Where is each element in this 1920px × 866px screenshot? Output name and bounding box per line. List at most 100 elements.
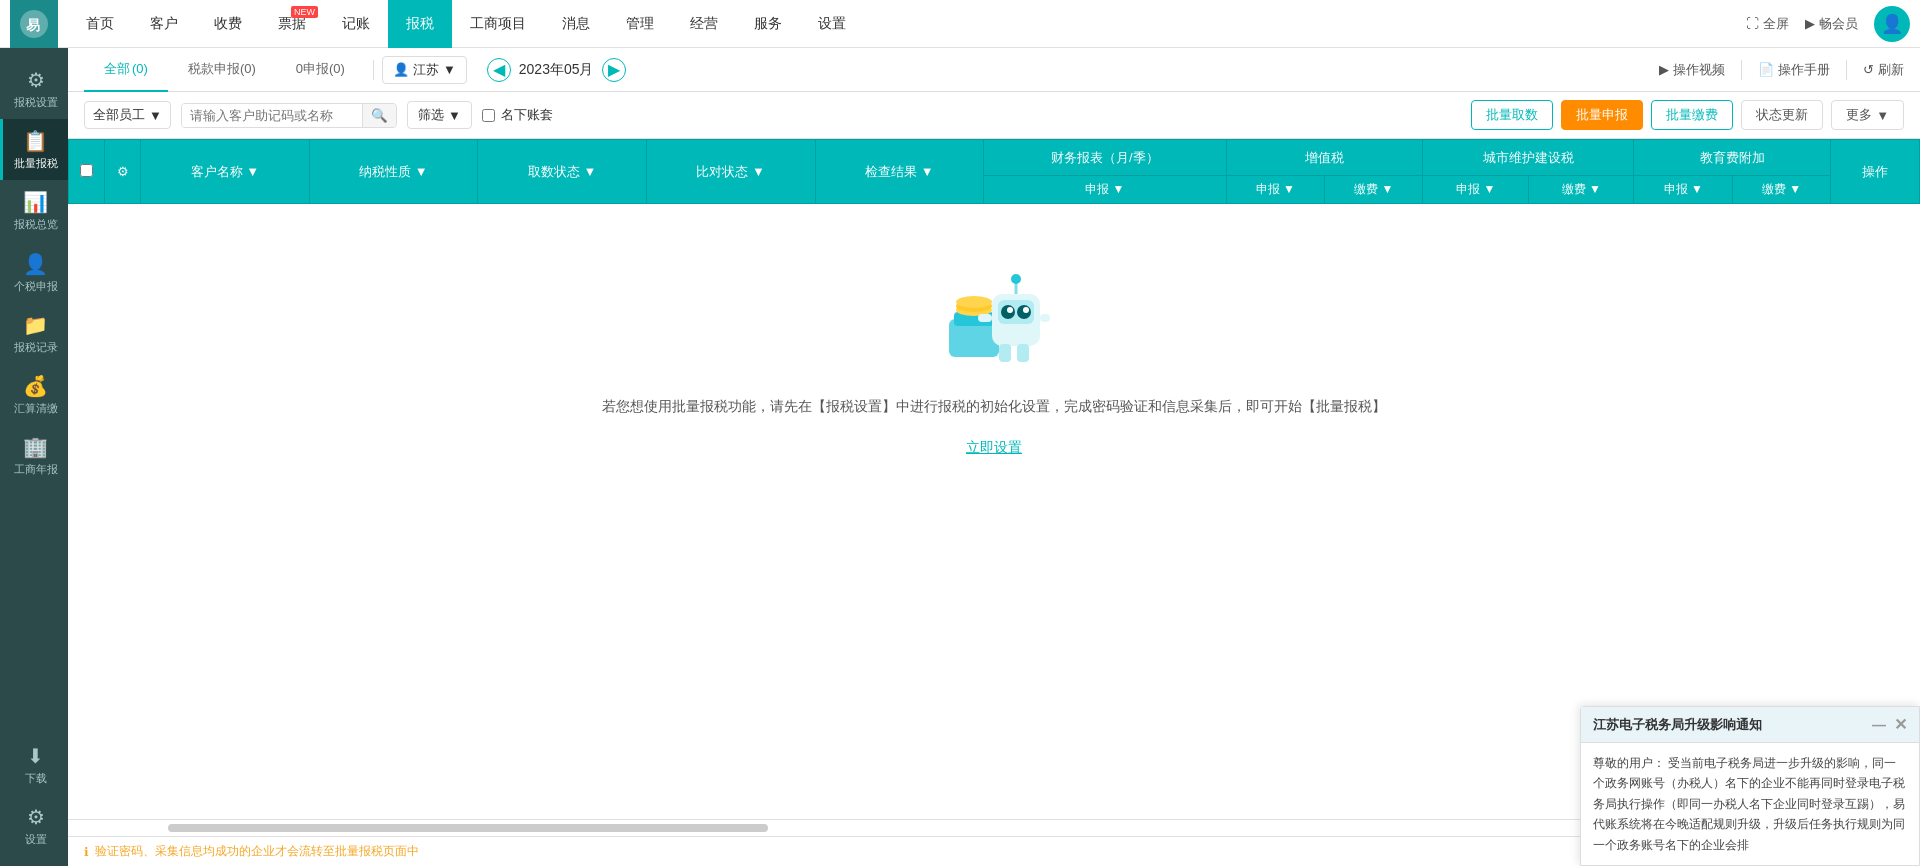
filter-chevron-icon: ▼	[448, 108, 461, 123]
notif-body: 尊敬的用户： 受当前电子税务局进一步升级的影响，同一个政务网账号（办税人）名下的…	[1581, 743, 1919, 865]
notif-close-btn[interactable]: ✕	[1894, 715, 1907, 734]
minimize-icon[interactable]: —	[1872, 717, 1886, 733]
tax-overview-icon: 📊	[23, 190, 48, 214]
chevron-down-icon: ▼	[149, 108, 162, 123]
th-settings[interactable]: ⚙	[105, 140, 141, 204]
th-vat-pay[interactable]: 缴费 ▼	[1325, 176, 1423, 204]
sidebar-item-label: 汇算清缴	[14, 402, 58, 415]
th-compare-status[interactable]: 比对状态 ▼	[646, 140, 815, 204]
refresh-icon: ↺	[1863, 62, 1874, 77]
setup-link[interactable]: 立即设置	[966, 439, 1022, 457]
svg-point-6	[956, 296, 992, 308]
avatar[interactable]: 👤	[1874, 6, 1910, 42]
member-btn[interactable]: ▶ 畅会员	[1805, 15, 1858, 33]
account-checkbox[interactable]	[482, 109, 495, 122]
th-tax-nature[interactable]: 纳税性质 ▼	[309, 140, 478, 204]
th-city-declare[interactable]: 申报 ▼	[1423, 176, 1529, 204]
more-btn[interactable]: 更多 ▼	[1831, 100, 1904, 130]
notif-content: 尊敬的用户： 受当前电子税务局进一步升级的影响，同一个政务网账号（办税人）名下的…	[1593, 756, 1905, 852]
th-education: 教育费附加	[1634, 140, 1831, 176]
current-month: 2023年05月	[519, 61, 594, 79]
annual-report-icon: 🏢	[23, 435, 48, 459]
select-all-checkbox[interactable]	[80, 164, 93, 177]
robot-illustration	[934, 264, 1054, 374]
checkbox-wrap: 名下账套	[482, 106, 553, 124]
th-check-result[interactable]: 检查结果 ▼	[815, 140, 984, 204]
nav-service[interactable]: 服务	[736, 0, 800, 48]
action-video[interactable]: ▶ 操作视频	[1659, 61, 1725, 79]
tab-tax-declare[interactable]: 税款申报(0)	[168, 48, 276, 92]
chevron-down-icon: ▼	[443, 62, 456, 77]
nav-settings[interactable]: 设置	[800, 0, 864, 48]
sidebar-item-annual-report[interactable]: 🏢 工商年报	[0, 425, 68, 486]
nav-bill[interactable]: 票据 NEW	[260, 0, 324, 48]
nav-fee[interactable]: 收费	[196, 0, 260, 48]
search-button[interactable]: 🔍	[362, 104, 396, 127]
sidebar-bottom: ⬇ 下载 ⚙ 设置	[18, 734, 51, 866]
batch-fetch-btn[interactable]: 批量取数	[1471, 100, 1553, 130]
batch-declare-btn[interactable]: 批量申报	[1561, 100, 1643, 130]
filter-btn[interactable]: 筛选 ▼	[407, 101, 472, 129]
table-body: 若您想使用批量报税功能，请先在【报税设置】中进行报税的初始化设置，完成密码验证和…	[69, 204, 1920, 518]
new-badge: NEW	[291, 6, 318, 18]
status-icon: ℹ	[84, 845, 89, 859]
tab-zero-declare[interactable]: 0申报(0)	[276, 48, 365, 92]
action-manual[interactable]: 📄 操作手册	[1758, 61, 1830, 79]
nav-business[interactable]: 工商项目	[452, 0, 544, 48]
sidebar-item-label: 下载	[25, 772, 47, 785]
sidebar-item-annual-settle[interactable]: 💰 汇算清缴	[0, 364, 68, 425]
tax-record-icon: 📁	[23, 313, 48, 337]
more-chevron-icon: ▼	[1876, 108, 1889, 123]
sidebar-item-personal-tax[interactable]: 👤 个税申报	[0, 242, 68, 303]
th-edu-pay[interactable]: 缴费 ▼	[1732, 176, 1830, 204]
search-input[interactable]	[182, 104, 362, 127]
fullscreen-btn[interactable]: ⛶ 全屏	[1746, 15, 1789, 33]
fullscreen-icon: ⛶	[1746, 16, 1759, 31]
th-city-pay[interactable]: 缴费 ▼	[1528, 176, 1634, 204]
nav-client[interactable]: 客户	[132, 0, 196, 48]
sidebar-item-download[interactable]: ⬇ 下载	[18, 734, 51, 795]
sidebar-item-label: 个税申报	[14, 280, 58, 293]
nav-manage[interactable]: 管理	[608, 0, 672, 48]
sidebar-item-tax-settings[interactable]: ⚙ 报税设置	[0, 58, 68, 119]
tab-bar: 全部(0) 税款申报(0) 0申报(0) 👤 江苏 ▼ ◀ 2023年05月 ▶	[68, 48, 1920, 92]
sidebar-item-batch-tax[interactable]: 📋 批量报税	[0, 119, 68, 180]
annual-settle-icon: 💰	[23, 374, 48, 398]
batch-tax-icon: 📋	[23, 129, 48, 153]
nav-bookkeep[interactable]: 记账	[324, 0, 388, 48]
video-icon: ▶	[1659, 62, 1669, 77]
svg-rect-16	[1040, 314, 1050, 322]
th-vat-declare[interactable]: 申报 ▼	[1226, 176, 1324, 204]
tab-right-actions: ▶ 操作视频 📄 操作手册 ↺ 刷新	[1659, 60, 1904, 80]
batch-pay-btn[interactable]: 批量缴费	[1651, 100, 1733, 130]
table-header-row: ⚙ 客户名称 ▼ 纳税性质 ▼ 取数状态 ▼ 比对状态 ▼	[69, 140, 1920, 176]
th-edu-declare[interactable]: 申报 ▼	[1634, 176, 1732, 204]
svg-point-12	[1023, 307, 1029, 313]
h-scrollbar[interactable]	[168, 824, 768, 832]
sidebar-item-tax-overview[interactable]: 📊 报税总览	[0, 180, 68, 241]
th-fr-declare[interactable]: 申报 ▼	[984, 176, 1226, 204]
nav-message[interactable]: 消息	[544, 0, 608, 48]
employee-select-label: 全部员工	[93, 106, 145, 124]
svg-point-11	[1007, 307, 1013, 313]
tab-divider	[373, 60, 374, 80]
tab-all[interactable]: 全部(0)	[84, 48, 168, 92]
tax-settings-icon: ⚙	[27, 68, 45, 92]
nav-home[interactable]: 首页	[68, 0, 132, 48]
status-update-btn[interactable]: 状态更新	[1741, 100, 1823, 130]
employee-select[interactable]: 全部员工 ▼	[84, 101, 171, 129]
sidebar-item-settings[interactable]: ⚙ 设置	[18, 795, 51, 856]
prev-month-btn[interactable]: ◀	[487, 58, 511, 82]
notif-header: 江苏电子税务局升级影响通知 — ✕	[1581, 707, 1919, 743]
nav-operation[interactable]: 经营	[672, 0, 736, 48]
next-month-btn[interactable]: ▶	[602, 58, 626, 82]
th-client-name: 客户名称 ▼	[141, 140, 310, 204]
region-select[interactable]: 👤 江苏 ▼	[382, 56, 467, 84]
notification-panel: 江苏电子税务局升级影响通知 — ✕ 尊敬的用户： 受当前电子税务局进一步升级的影…	[1580, 706, 1920, 866]
month-nav: ◀ 2023年05月 ▶	[487, 58, 626, 82]
nav-tax[interactable]: 报税	[388, 0, 452, 48]
th-vat: 增值税	[1226, 140, 1423, 176]
sidebar-item-tax-record[interactable]: 📁 报税记录	[0, 303, 68, 364]
th-fetch-status[interactable]: 取数状态 ▼	[478, 140, 647, 204]
action-refresh[interactable]: ↺ 刷新	[1863, 61, 1904, 79]
